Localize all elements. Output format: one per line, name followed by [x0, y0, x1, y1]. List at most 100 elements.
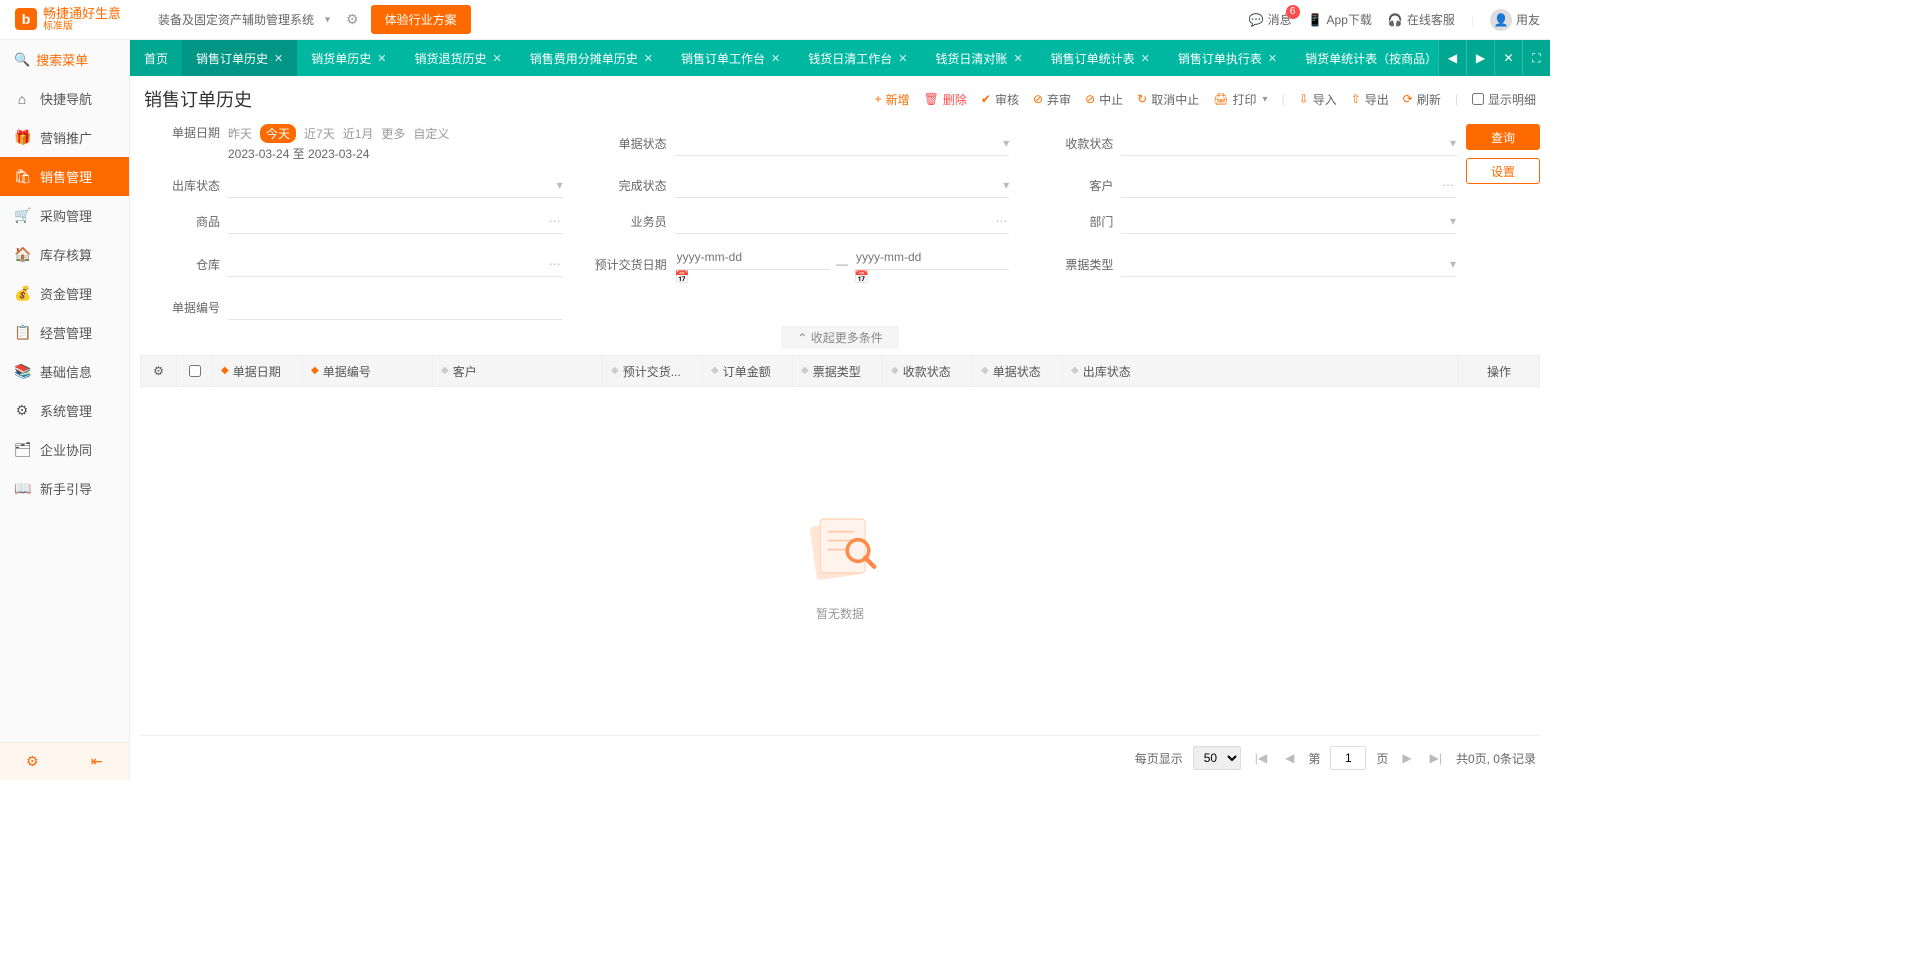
close-icon[interactable]: ✕ — [1141, 52, 1150, 65]
out-status-select[interactable] — [228, 172, 563, 198]
collapse-filters-button[interactable]: ⌃ 收起更多条件 — [781, 326, 898, 349]
select-all-checkbox[interactable] — [177, 356, 213, 386]
sort-icon[interactable]: ◆ — [891, 366, 899, 376]
refresh-button[interactable]: ⟳刷新 — [1403, 91, 1441, 108]
close-icon[interactable]: ✕ — [898, 52, 907, 65]
sidebar-item-5[interactable]: 💰资金管理 — [0, 274, 129, 313]
tab-7[interactable]: 销售订单统计表✕ — [1037, 40, 1164, 76]
column-settings-button[interactable]: ⚙ — [141, 356, 177, 386]
date-preset-3[interactable]: 近1月 — [343, 125, 374, 142]
tab-8[interactable]: 销售订单执行表✕ — [1164, 40, 1291, 76]
tab-4[interactable]: 销售订单工作台✕ — [667, 40, 794, 76]
date-preset-4[interactable]: 更多 — [381, 125, 405, 142]
page-first[interactable]: |◀ — [1251, 751, 1271, 765]
bill-status-select[interactable] — [675, 130, 1010, 156]
column-header-7[interactable]: ◆单据状态 — [973, 356, 1063, 386]
close-icon[interactable]: ✕ — [377, 52, 386, 65]
messages-button[interactable]: 💬 消息 6 — [1249, 11, 1292, 28]
column-header-4[interactable]: ◆订单金额 — [703, 356, 793, 386]
app-download-button[interactable]: 📱 App下载 — [1308, 11, 1372, 28]
stop-button[interactable]: ⊘中止 — [1085, 91, 1123, 108]
unstop-button[interactable]: ↻取消中止 — [1137, 91, 1199, 108]
bill-no-input[interactable] — [228, 294, 563, 320]
dept-select[interactable] — [1121, 208, 1456, 234]
page-next[interactable]: ▶ — [1398, 751, 1415, 765]
tab-3[interactable]: 销售费用分摊单历史✕ — [516, 40, 667, 76]
customer-picker[interactable] — [1121, 172, 1456, 198]
tabs-scroll-left[interactable]: ◀ — [1438, 40, 1466, 76]
system-select[interactable]: 装备及固定资产辅助管理系统 ▾ — [150, 7, 334, 32]
close-icon[interactable]: ✕ — [644, 52, 653, 65]
date-preset-1[interactable]: 今天 — [260, 124, 296, 143]
close-icon[interactable]: ✕ — [1268, 52, 1277, 65]
column-header-5[interactable]: ◆票据类型 — [793, 356, 883, 386]
sort-icon[interactable]: ◆ — [711, 366, 719, 376]
sort-icon[interactable]: ◆ — [611, 366, 619, 376]
warehouse-picker[interactable] — [228, 251, 563, 277]
tab-9[interactable]: 销货单统计表（按商品）✕ — [1291, 40, 1438, 76]
online-service-button[interactable]: 🎧 在线客服 — [1388, 11, 1455, 28]
sidebar-item-10[interactable]: 📖新手引导 — [0, 469, 129, 508]
page-last[interactable]: ▶| — [1426, 751, 1446, 765]
sidebar-collapse-button[interactable]: ⇤ — [65, 743, 130, 780]
close-icon[interactable]: ✕ — [493, 52, 502, 65]
close-icon[interactable]: ✕ — [771, 52, 780, 65]
sort-icon[interactable]: ◆ — [1071, 366, 1079, 376]
add-button[interactable]: +新增 — [875, 91, 910, 108]
tab-0[interactable]: 销售订单历史✕ — [182, 40, 297, 76]
pay-status-select[interactable] — [1121, 130, 1456, 156]
column-header-8[interactable]: ◆出库状态 — [1063, 356, 1459, 386]
tabs-fullscreen[interactable]: ⛶ — [1522, 40, 1550, 76]
expect-date-to[interactable] — [854, 244, 1009, 270]
industry-button[interactable]: 体验行业方案 — [371, 5, 471, 34]
tab-2[interactable]: 销货退货历史✕ — [400, 40, 515, 76]
sort-icon[interactable]: ◆ — [981, 366, 989, 376]
page-input[interactable] — [1330, 746, 1366, 770]
date-preset-5[interactable]: 自定义 — [413, 125, 449, 142]
tab-6[interactable]: 钱货日清对账✕ — [921, 40, 1036, 76]
date-preset-0[interactable]: 昨天 — [228, 125, 252, 142]
tab-home[interactable]: 首页 — [130, 40, 182, 76]
column-header-6[interactable]: ◆收款状态 — [883, 356, 973, 386]
per-page-select[interactable]: 50 — [1193, 746, 1241, 770]
abandon-button[interactable]: ⊘弃审 — [1033, 91, 1071, 108]
tabs-scroll-right[interactable]: ▶ — [1466, 40, 1494, 76]
tab-1[interactable]: 销货单历史✕ — [297, 40, 400, 76]
sidebar-item-8[interactable]: ⚙系统管理 — [0, 391, 129, 430]
delete-button[interactable]: 🗑删除 — [924, 91, 967, 108]
tabs-close-all[interactable]: ✕ — [1494, 40, 1522, 76]
close-icon[interactable]: ✕ — [274, 52, 283, 65]
sidebar-item-7[interactable]: 📚基础信息 — [0, 352, 129, 391]
date-preset-2[interactable]: 近7天 — [304, 125, 335, 142]
sidebar-item-2[interactable]: 🛍销售管理 — [0, 157, 129, 196]
sort-icon[interactable]: ◆ — [441, 366, 449, 376]
close-icon[interactable]: ✕ — [1013, 52, 1022, 65]
tab-5[interactable]: 钱货日清工作台✕ — [794, 40, 921, 76]
gear-icon[interactable]: ⚙ — [342, 7, 363, 32]
sidebar-item-3[interactable]: 🛒采购管理 — [0, 196, 129, 235]
column-header-2[interactable]: ◆客户 — [433, 356, 603, 386]
print-button[interactable]: 🖨打印▾ — [1213, 91, 1267, 108]
column-header-1[interactable]: ◆单据编号 — [303, 356, 433, 386]
settings-button[interactable]: 设置 — [1466, 158, 1540, 184]
page-prev[interactable]: ◀ — [1281, 751, 1298, 765]
sidebar-item-6[interactable]: 📋经营管理 — [0, 313, 129, 352]
sort-icon[interactable]: ◆ — [221, 366, 229, 376]
sidebar-item-4[interactable]: 🏠库存核算 — [0, 235, 129, 274]
expect-date-from[interactable] — [675, 244, 830, 270]
product-picker[interactable] — [228, 208, 563, 234]
sidebar-item-9[interactable]: 🗂企业协同 — [0, 430, 129, 469]
finish-status-select[interactable] — [675, 172, 1010, 198]
ticket-type-select[interactable] — [1121, 251, 1456, 277]
sidebar-search[interactable]: 🔍 搜索菜单 — [0, 40, 129, 79]
column-header-0[interactable]: ◆单据日期 — [213, 356, 303, 386]
sidebar-item-1[interactable]: 🎁营销推广 — [0, 118, 129, 157]
import-button[interactable]: ⇩导入 — [1299, 91, 1337, 108]
sort-icon[interactable]: ◆ — [311, 366, 319, 376]
sidebar-item-0[interactable]: ⌂快捷导航 — [0, 79, 129, 118]
export-button[interactable]: ⇧导出 — [1351, 91, 1389, 108]
sort-icon[interactable]: ◆ — [801, 366, 809, 376]
audit-button[interactable]: ✔审核 — [981, 91, 1019, 108]
query-button[interactable]: 查询 — [1466, 124, 1540, 150]
salesman-picker[interactable] — [675, 208, 1010, 234]
